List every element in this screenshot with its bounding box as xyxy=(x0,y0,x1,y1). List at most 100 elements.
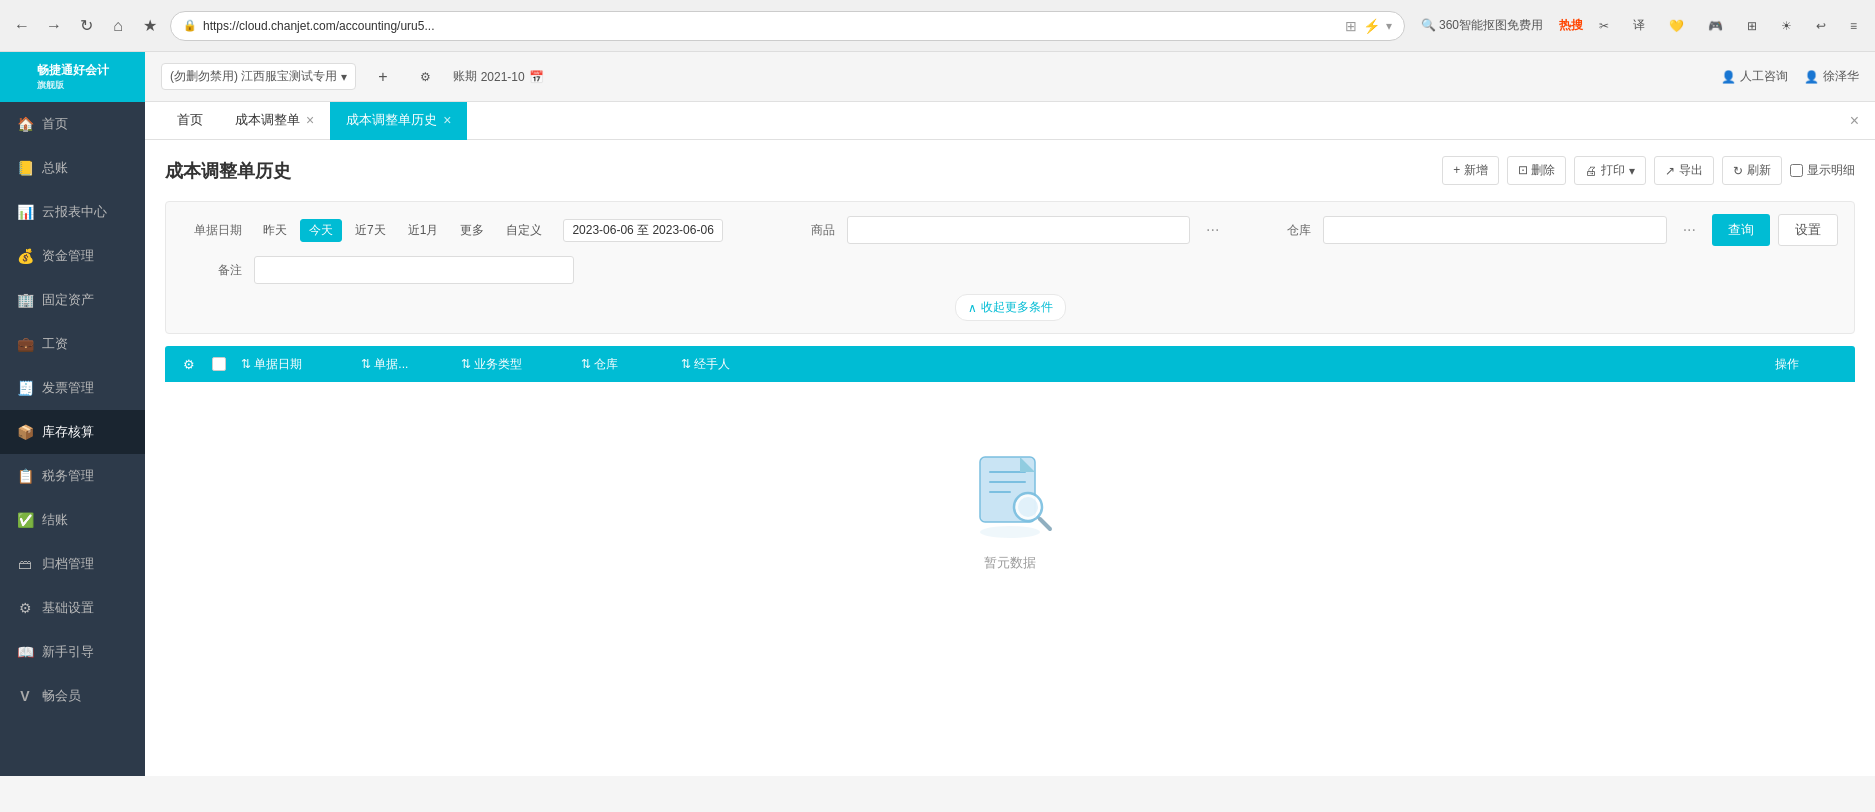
print-btn[interactable]: 🖨 打印 ▾ xyxy=(1574,156,1646,185)
sidebar-item-salary[interactable]: 💼 工资 xyxy=(0,322,145,366)
date-range-display[interactable]: 2023-06-06 至 2023-06-06 xyxy=(563,219,722,242)
back-button[interactable]: ← xyxy=(10,14,34,38)
th-date-label: ⇅ 单据日期 xyxy=(241,356,302,373)
guide-icon: 📖 xyxy=(16,644,34,660)
header-right: 👤 人工咨询 👤 徐泽华 xyxy=(1721,68,1859,85)
date-btn-1month[interactable]: 近1月 xyxy=(399,219,448,242)
date-btn-more[interactable]: 更多 xyxy=(451,219,493,242)
tab-cost-adjust-close[interactable]: × xyxy=(306,112,314,128)
th-warehouse[interactable]: ⇅ 仓库 xyxy=(573,356,673,373)
th-biz-type[interactable]: ⇅ 业务类型 xyxy=(453,356,573,373)
bookmark-button[interactable]: ★ xyxy=(138,14,162,38)
service-label: 人工咨询 xyxy=(1740,68,1788,85)
bolt-icon: ⚡ xyxy=(1363,18,1380,34)
delete-btn[interactable]: ⊡ 删除 xyxy=(1507,156,1566,185)
date-btn-today[interactable]: 今天 xyxy=(300,219,342,242)
tab-cost-adjust-history[interactable]: 成本调整单历史 × xyxy=(330,102,467,140)
wallet-btn[interactable]: 💛 xyxy=(1661,16,1692,36)
sidebar-item-fund[interactable]: 💰 资金管理 xyxy=(0,234,145,278)
refresh-btn[interactable]: ↻ 刷新 xyxy=(1722,156,1782,185)
table-settings-icon[interactable]: ⚙ xyxy=(173,357,205,372)
goods-filter-input[interactable] xyxy=(847,216,1190,244)
th-handler[interactable]: ⇅ 经手人 xyxy=(673,356,793,373)
close-all-tabs-btn[interactable]: × xyxy=(1850,112,1859,130)
tab-cost-adjust-history-close[interactable]: × xyxy=(443,112,451,128)
browser-grid-icon: ⊞ xyxy=(1345,18,1357,34)
sidebar-item-settle[interactable]: ✅ 结账 xyxy=(0,498,145,542)
home-button[interactable]: ⌂ xyxy=(106,14,130,38)
user-profile[interactable]: 👤 徐泽华 xyxy=(1804,68,1859,85)
remark-filter-input[interactable] xyxy=(254,256,574,284)
sidebar-item-home[interactable]: 🏠 首页 xyxy=(0,102,145,146)
user-avatar-icon: 👤 xyxy=(1804,70,1819,84)
empty-state: 暂元数据 xyxy=(165,382,1855,632)
show-header-toggle[interactable]: 显示明细 xyxy=(1790,162,1855,179)
sidebar-item-report[interactable]: 📊 云报表中心 xyxy=(0,190,145,234)
tab-cost-adjust-history-label: 成本调整单历史 xyxy=(346,111,437,129)
goods-more-icon[interactable]: ··· xyxy=(1202,221,1223,239)
sidebar-label-report: 云报表中心 xyxy=(42,203,107,221)
date-btn-yesterday[interactable]: 昨天 xyxy=(254,219,296,242)
sidebar-item-settings[interactable]: ⚙ 基础设置 xyxy=(0,586,145,630)
warehouse-filter-input[interactable] xyxy=(1323,216,1666,244)
date-quick-group: 昨天 今天 近7天 近1月 更多 自定义 xyxy=(254,219,551,242)
game-btn[interactable]: 🎮 xyxy=(1700,16,1731,36)
sidebar-item-inventory[interactable]: 📦 库存核算 xyxy=(0,410,145,454)
collapse-btn[interactable]: ∧ 收起更多条件 xyxy=(955,294,1066,321)
sidebar-item-fixed[interactable]: 🏢 固定资产 xyxy=(0,278,145,322)
filter-row-date: 单据日期 昨天 今天 近7天 近1月 更多 自定义 2023-06-06 至 2… xyxy=(182,214,1838,246)
date-btn-7days[interactable]: 近7天 xyxy=(346,219,395,242)
th-voucher[interactable]: ⇅ 单据... xyxy=(353,356,453,373)
sidebar-label-fund: 资金管理 xyxy=(42,247,94,265)
sidebar-item-tax[interactable]: 📋 税务管理 xyxy=(0,454,145,498)
dropdown-icon[interactable]: ▾ xyxy=(1386,19,1392,33)
refresh-button[interactable]: ↻ xyxy=(74,14,98,38)
translate-btn[interactable]: 译 xyxy=(1625,14,1653,37)
tab-home[interactable]: 首页 xyxy=(161,102,219,140)
sidebar-item-archive[interactable]: 🗃 归档管理 xyxy=(0,542,145,586)
th-date[interactable]: ⇅ 单据日期 xyxy=(233,356,353,373)
salary-icon: 💼 xyxy=(16,336,34,352)
select-all-checkbox[interactable] xyxy=(212,357,226,371)
export-btn[interactable]: ↗ 导出 xyxy=(1654,156,1714,185)
sidebar-item-invoice[interactable]: 🧾 发票管理 xyxy=(0,366,145,410)
show-header-checkbox[interactable] xyxy=(1790,164,1803,177)
new-btn[interactable]: + 新增 xyxy=(1442,156,1498,185)
sidebar-label-home: 首页 xyxy=(42,115,68,133)
settle-icon: ✅ xyxy=(16,512,34,528)
company-selector[interactable]: (勿删勿禁用) 江西服宝测试专用 ▾ xyxy=(161,63,356,90)
customer-service[interactable]: 👤 人工咨询 xyxy=(1721,68,1788,85)
menu-btn[interactable]: ≡ xyxy=(1842,16,1865,36)
sidebar-label-settle: 结账 xyxy=(42,511,68,529)
sidebar-item-member[interactable]: V 畅会员 xyxy=(0,674,145,718)
sidebar-item-guide[interactable]: 📖 新手引导 xyxy=(0,630,145,674)
forward-button[interactable]: → xyxy=(42,14,66,38)
sun-btn[interactable]: ☀ xyxy=(1773,16,1800,36)
empty-icon xyxy=(960,442,1060,542)
sidebar-item-ledger[interactable]: 📒 总账 xyxy=(0,146,145,190)
sidebar-label-member: 畅会员 xyxy=(42,687,81,705)
settings-company-btn[interactable]: ⚙ xyxy=(410,65,441,89)
search-tool-btn[interactable]: 🔍 360智能抠图免费用 xyxy=(1413,14,1551,37)
page-tabs: 首页 成本调整单 × 成本调整单历史 × × xyxy=(145,102,1875,140)
calendar-icon: 📅 xyxy=(529,70,544,84)
address-bar[interactable]: 🔒 https://cloud.chanjet.com/accounting/u… xyxy=(170,11,1405,41)
svg-line-10 xyxy=(1040,519,1050,529)
undo-btn[interactable]: ↩ xyxy=(1808,16,1834,36)
date-btn-custom[interactable]: 自定义 xyxy=(497,219,551,242)
table-select-all[interactable] xyxy=(205,357,233,371)
apps-btn[interactable]: ⊞ xyxy=(1739,16,1765,36)
settings-icon: ⚙ xyxy=(16,600,34,616)
tab-cost-adjust[interactable]: 成本调整单 × xyxy=(219,102,330,140)
sidebar-label-inventory: 库存核算 xyxy=(42,423,94,441)
collapse-label: 收起更多条件 xyxy=(981,299,1053,316)
filter-settings-btn[interactable]: 设置 xyxy=(1778,214,1838,246)
query-btn[interactable]: 查询 xyxy=(1712,214,1770,246)
tax-icon: 📋 xyxy=(16,468,34,484)
toolbar-buttons: + 新增 ⊡ 删除 🖨 打印 ▾ ↗ 导出 ↻ 刷新 xyxy=(1442,156,1855,185)
print-dropdown-icon: ▾ xyxy=(1629,164,1635,178)
add-company-btn[interactable]: + xyxy=(368,63,397,91)
scissors-btn[interactable]: ✂ xyxy=(1591,16,1617,36)
invoice-icon: 🧾 xyxy=(16,380,34,396)
warehouse-more-icon[interactable]: ··· xyxy=(1679,221,1700,239)
